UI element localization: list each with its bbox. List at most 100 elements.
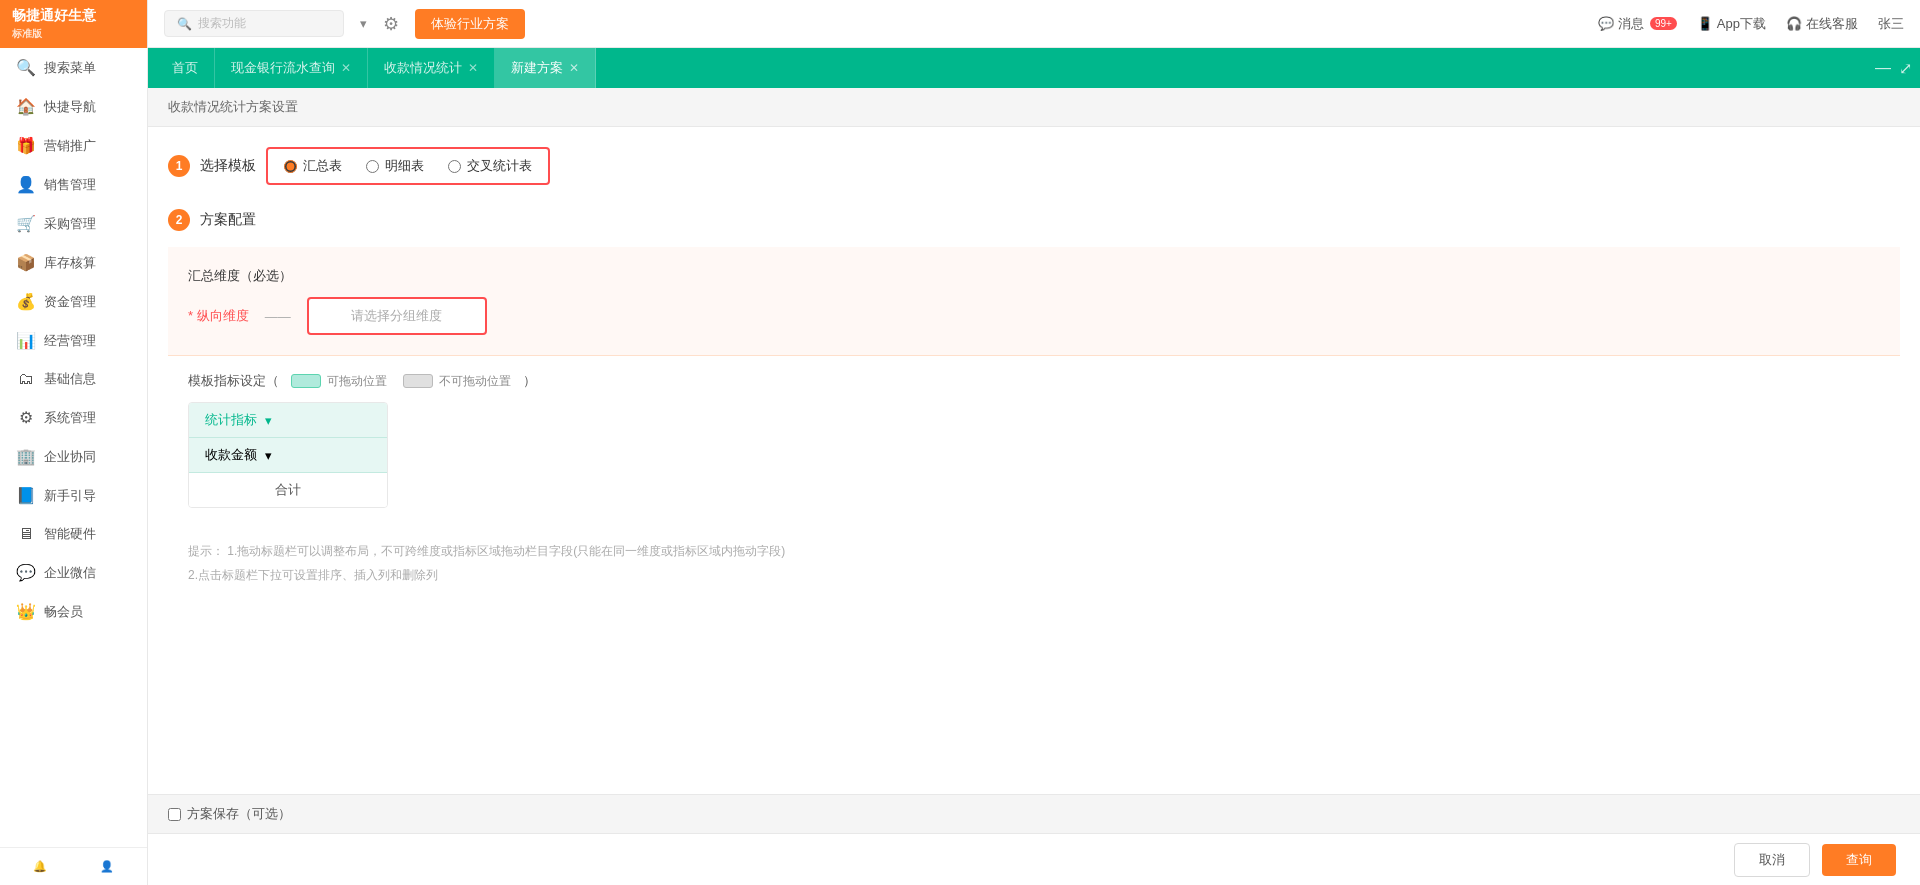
dimension-row: * 纵向维度 —— 请选择分组维度 — [188, 297, 1880, 335]
search-icon: 🔍 — [177, 17, 192, 31]
indicator-table-header[interactable]: 统计指标 ▾ — [189, 403, 387, 438]
tab-minimize-btn[interactable]: — — [1875, 59, 1891, 78]
message-item[interactable]: 💬 消息 99+ — [1598, 15, 1677, 33]
radio-summary-input[interactable] — [284, 160, 297, 173]
sidebar-item-member[interactable]: 👑 畅会员 — [0, 592, 147, 631]
sidebar-item-label: 营销推广 — [44, 137, 96, 155]
message-icon: 💬 — [1598, 16, 1614, 31]
tab-new-plan-label: 新建方案 — [511, 59, 563, 77]
tab-home[interactable]: 首页 — [156, 48, 215, 88]
sidebar-item-finance[interactable]: 💰 资金管理 — [0, 282, 147, 321]
sidebar-item-operations[interactable]: 📊 经营管理 — [0, 321, 147, 360]
sidebar-item-sys-mgmt[interactable]: ⚙ 系统管理 — [0, 398, 147, 437]
tab-collection-stats-label: 收款情况统计 — [384, 59, 462, 77]
main-area: 🔍 搜索功能 ▾ ⚙ 体验行业方案 💬 消息 99+ 📱 App下载 🎧 在线客… — [148, 0, 1920, 885]
save-plan-checkbox[interactable]: 方案保存（可选） — [168, 805, 291, 823]
tab-collection-stats[interactable]: 收款情况统计 ✕ — [368, 48, 495, 88]
sidebar-item-inventory[interactable]: 📦 库存核算 — [0, 243, 147, 282]
indicator-col1-label: 收款金额 — [205, 446, 257, 464]
tips-area: 提示： 1.拖动标题栏可以调整布局，不可跨维度或指标区域拖动栏目字段(只能在同一… — [168, 527, 1900, 599]
sidebar-item-base-info[interactable]: 🗂 基础信息 — [0, 360, 147, 398]
message-label: 消息 — [1618, 15, 1644, 33]
indicator-row1: 合计 — [189, 473, 387, 507]
sidebar-item-sales[interactable]: 👤 销售管理 — [0, 165, 147, 204]
sidebar: 畅捷通好生意 标准版 🔍 搜索菜单 🏠 快捷导航 🎁 营销推广 👤 销售管理 🛒… — [0, 0, 148, 885]
vertical-dimension-label: * 纵向维度 — [188, 307, 249, 325]
username[interactable]: 张三 — [1878, 15, 1904, 33]
dimension-title: 汇总维度（必选） — [188, 267, 1880, 285]
legend-nodrag-box — [403, 374, 433, 388]
sidebar-item-label: 基础信息 — [44, 370, 96, 388]
industry-btn[interactable]: 体验行业方案 — [415, 9, 525, 39]
tabbar-actions: — ⤢ — [1875, 59, 1912, 78]
chevron-down-icon[interactable]: ▾ — [360, 16, 367, 31]
indicator-table: 统计指标 ▾ 收款金额 ▾ 合计 — [188, 402, 388, 508]
radio-summary[interactable]: 汇总表 — [284, 157, 342, 175]
cancel-button[interactable]: 取消 — [1734, 843, 1810, 877]
sidebar-notify-btn[interactable]: 🔔 — [8, 856, 72, 877]
download-label: App下载 — [1717, 15, 1766, 33]
save-plan-checkbox-input[interactable] — [168, 808, 181, 821]
sidebar-item-label: 搜索菜单 — [44, 59, 96, 77]
tab-cash-flow[interactable]: 现金银行流水查询 ✕ — [215, 48, 368, 88]
indicator-legend-suffix: ） — [523, 372, 536, 390]
search-box[interactable]: 🔍 搜索功能 — [164, 10, 344, 37]
legend-draggable-box — [291, 374, 321, 388]
page-body: 1 选择模板 汇总表 明细表 — [148, 127, 1920, 794]
step2-title: 方案配置 — [200, 211, 256, 229]
sys-mgmt-icon: ⚙ — [16, 408, 36, 427]
sidebar-item-purchase[interactable]: 🛒 采购管理 — [0, 204, 147, 243]
indicator-col1[interactable]: 收款金额 ▾ — [189, 438, 387, 473]
legend-nodrag-label: 不可拖动位置 — [439, 373, 511, 390]
member-icon: 👑 — [16, 602, 36, 621]
indicator-col1-dropdown-icon[interactable]: ▾ — [265, 448, 272, 463]
sidebar-item-search-menu[interactable]: 🔍 搜索菜单 — [0, 48, 147, 87]
step1-section: 1 选择模板 汇总表 明细表 — [168, 147, 1900, 185]
sidebar-item-label: 销售管理 — [44, 176, 96, 194]
sidebar-item-quick-nav[interactable]: 🏠 快捷导航 — [0, 87, 147, 126]
tab-new-plan[interactable]: 新建方案 ✕ — [495, 48, 596, 88]
dimension-select[interactable]: 请选择分组维度 — [307, 297, 487, 335]
page-footer: 方案保存（可选） — [148, 794, 1920, 833]
radio-cross-input[interactable] — [448, 160, 461, 173]
radio-detail-input[interactable] — [366, 160, 379, 173]
dimension-area: 汇总维度（必选） * 纵向维度 —— 请选择分组维度 — [168, 247, 1900, 356]
sidebar-user-btn[interactable]: 👤 — [76, 856, 140, 877]
page-breadcrumb: 收款情况统计方案设置 — [148, 88, 1920, 127]
dimension-arrow: —— — [265, 309, 291, 324]
tab-cash-flow-close[interactable]: ✕ — [341, 61, 351, 75]
radio-cross-label: 交叉统计表 — [467, 157, 532, 175]
legend-draggable: 可拖动位置 — [291, 373, 387, 390]
finance-icon: 💰 — [16, 292, 36, 311]
tip2: 2.点击标题栏下拉可设置排序、插入列和删除列 — [188, 563, 1880, 587]
sidebar-item-label: 资金管理 — [44, 293, 96, 311]
sidebar-item-label: 库存核算 — [44, 254, 96, 272]
query-button[interactable]: 查询 — [1822, 844, 1896, 876]
gear-icon[interactable]: ⚙ — [383, 13, 399, 35]
indicator-table-header-dropdown-icon[interactable]: ▾ — [265, 413, 272, 428]
message-badge: 99+ — [1650, 17, 1677, 30]
enterprise-icon: 🏢 — [16, 447, 36, 466]
download-item[interactable]: 📱 App下载 — [1697, 15, 1766, 33]
sidebar-item-label: 企业微信 — [44, 564, 96, 582]
breadcrumb-text: 收款情况统计方案设置 — [168, 99, 298, 114]
service-item[interactable]: 🎧 在线客服 — [1786, 15, 1858, 33]
radio-cross[interactable]: 交叉统计表 — [448, 157, 532, 175]
sidebar-item-label: 新手引导 — [44, 487, 96, 505]
sidebar-item-label: 经营管理 — [44, 332, 96, 350]
sidebar-item-marketing[interactable]: 🎁 营销推广 — [0, 126, 147, 165]
tab-maximize-btn[interactable]: ⤢ — [1899, 59, 1912, 78]
sidebar-item-label: 企业协同 — [44, 448, 96, 466]
tab-new-plan-close[interactable]: ✕ — [569, 61, 579, 75]
sidebar-item-smart-hw[interactable]: 🖥 智能硬件 — [0, 515, 147, 553]
sidebar-item-guide[interactable]: 📘 新手引导 — [0, 476, 147, 515]
sidebar-logo: 畅捷通好生意 标准版 — [0, 0, 147, 48]
step1-badge: 1 — [168, 155, 190, 177]
sidebar-item-label: 智能硬件 — [44, 525, 96, 543]
sidebar-item-label: 畅会员 — [44, 603, 83, 621]
sidebar-item-wechat[interactable]: 💬 企业微信 — [0, 553, 147, 592]
tab-collection-stats-close[interactable]: ✕ — [468, 61, 478, 75]
sidebar-item-enterprise[interactable]: 🏢 企业协同 — [0, 437, 147, 476]
radio-detail[interactable]: 明细表 — [366, 157, 424, 175]
base-info-icon: 🗂 — [16, 370, 36, 388]
